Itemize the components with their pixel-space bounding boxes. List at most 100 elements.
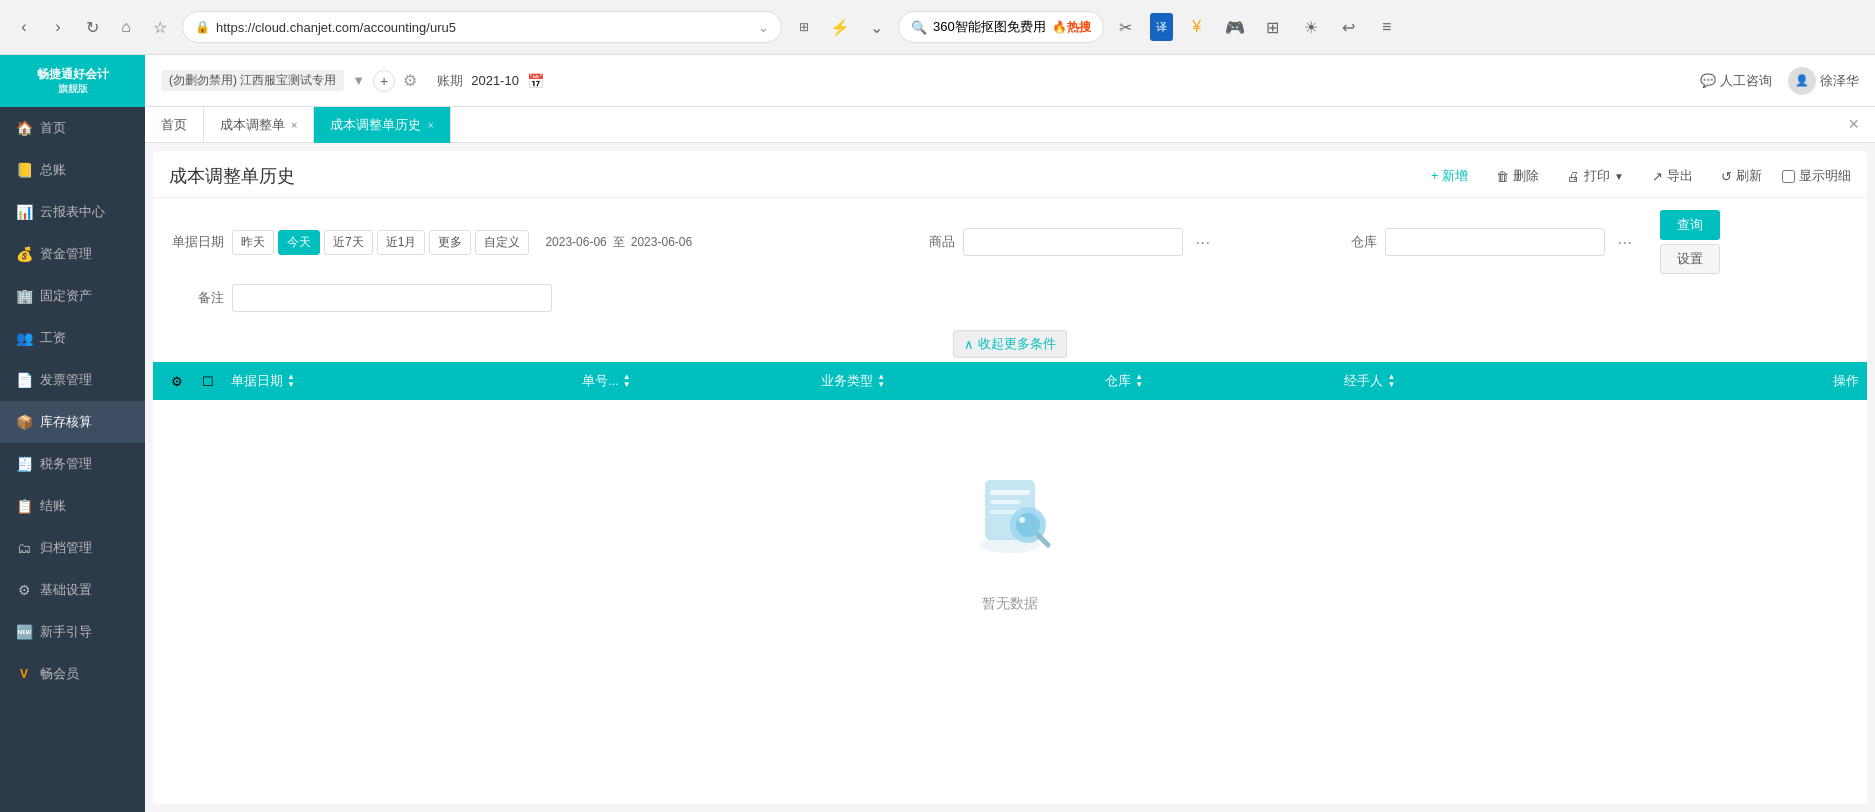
search-text: 360智能抠图免费用 <box>933 18 1046 36</box>
home-button[interactable]: ⌂ <box>112 13 140 41</box>
th-warehouse[interactable]: 仓库 ▲▼ <box>1097 372 1336 390</box>
tab-cost-adjust[interactable]: 成本调整单 × <box>204 107 314 143</box>
refresh-button[interactable]: ↺ 刷新 <box>1713 163 1770 189</box>
page-header: 成本调整单历史 + 新增 🗑 删除 🖨 打印 ▼ ↗ 导出 <box>153 151 1867 198</box>
date-to: 2023-06-06 <box>631 235 692 249</box>
sidebar-item-inventory[interactable]: 📦 库存核算 <box>0 401 145 443</box>
sidebar-item-home[interactable]: 🏠 首页 <box>0 107 145 149</box>
sidebar-item-reports[interactable]: 📊 云报表中心 <box>0 191 145 233</box>
collapse-button[interactable]: ∧ 收起更多条件 <box>953 330 1067 358</box>
refresh-button[interactable]: ↻ <box>78 13 106 41</box>
sidebar-item-archive[interactable]: 🗂 归档管理 <box>0 527 145 569</box>
sidebar-item-invoice[interactable]: 📄 发票管理 <box>0 359 145 401</box>
sidebar-tax-label: 税务管理 <box>40 455 92 473</box>
game-button[interactable]: 🎮 <box>1221 13 1249 41</box>
scissors-button[interactable]: ✂ <box>1112 13 1140 41</box>
svg-rect-2 <box>990 490 1030 495</box>
url-text: https://cloud.chanjet.com/accounting/uru… <box>216 20 456 35</box>
newguide-icon: 🆕 <box>16 624 32 640</box>
date-1month-btn[interactable]: 近1月 <box>377 230 426 255</box>
th-settings[interactable]: ⚙ <box>161 374 193 389</box>
page-content-area: 成本调整单历史 + 新增 🗑 删除 🖨 打印 ▼ ↗ 导出 <box>153 151 1867 804</box>
consult-icon: 💬 <box>1700 73 1716 88</box>
address-bar[interactable]: 🔒 https://cloud.chanjet.com/accounting/u… <box>182 11 782 43</box>
sidebar-assets-label: 固定资产 <box>40 287 92 305</box>
period-value: 2021-10 <box>471 73 519 88</box>
user-avatar: 👤 <box>1788 67 1816 95</box>
show-detail-input[interactable] <box>1782 170 1795 183</box>
print-button[interactable]: 🖨 打印 ▼ <box>1559 163 1632 189</box>
star-button[interactable]: ☆ <box>146 13 174 41</box>
coin-button[interactable]: ¥ <box>1183 13 1211 41</box>
tab-cost-adjust-history[interactable]: 成本调整单历史 × <box>314 107 450 143</box>
undo-button[interactable]: ↩ <box>1335 13 1363 41</box>
consult-label: 人工咨询 <box>1720 72 1772 90</box>
sidebar-item-finance[interactable]: 💰 资金管理 <box>0 233 145 275</box>
data-table: ⚙ ☐ 单据日期 ▲▼ 单号... ▲▼ <box>153 362 1867 804</box>
sidebar-item-settings[interactable]: ⚙ 基础设置 <box>0 569 145 611</box>
add-button[interactable]: + <box>373 70 395 92</box>
date-today-btn[interactable]: 今天 <box>278 230 320 255</box>
date-yesterday-btn[interactable]: 昨天 <box>232 230 274 255</box>
tax-icon: 🧾 <box>16 456 32 472</box>
sidebar-logo: 畅捷通好会计 旗舰版 <box>0 55 145 107</box>
lightning-button[interactable]: ⚡ <box>826 13 854 41</box>
date-more-btn[interactable]: 更多 <box>429 230 471 255</box>
th-date-label: 单据日期 <box>231 372 283 390</box>
query-button[interactable]: 查询 <box>1660 210 1720 240</box>
dropdown-button[interactable]: ⌄ <box>862 13 890 41</box>
sidebar-item-newguide[interactable]: 🆕 新手引导 <box>0 611 145 653</box>
sort-person-icon: ▲▼ <box>1387 373 1395 389</box>
tab-history-close[interactable]: × <box>427 119 433 131</box>
date-custom-btn[interactable]: 自定义 <box>475 230 529 255</box>
th-num[interactable]: 单号... ▲▼ <box>574 372 813 390</box>
th-date[interactable]: 单据日期 ▲▼ <box>223 372 574 390</box>
sidebar-member-label: 畅会员 <box>40 665 79 683</box>
filter-setting-button[interactable]: 设置 <box>1660 244 1720 274</box>
ledger-icon: 📒 <box>16 162 32 178</box>
search-icon: 🔍 <box>911 20 927 35</box>
print-icon: 🖨 <box>1567 169 1580 184</box>
sidebar-item-tax[interactable]: 🧾 税务管理 <box>0 443 145 485</box>
remark-filter-input[interactable] <box>232 284 552 312</box>
top-bar-left: (勿删勿禁用) 江西服宝测试专用 ▼ + ⚙ 账期 2021-10 📅 <box>161 70 544 92</box>
calendar-icon[interactable]: 📅 <box>527 73 544 89</box>
forward-button[interactable]: › <box>44 13 72 41</box>
svg-rect-3 <box>990 500 1020 504</box>
th-checkbox[interactable]: ☐ <box>193 374 223 389</box>
tab-cost-adjust-close[interactable]: × <box>291 119 297 131</box>
new-button[interactable]: + 新增 <box>1423 163 1476 189</box>
tab-home[interactable]: 首页 <box>145 107 204 143</box>
search-bar[interactable]: 🔍 360智能抠图免费用 🔥热搜 <box>898 11 1104 43</box>
user-profile[interactable]: 👤 徐泽华 <box>1788 67 1859 95</box>
delete-button[interactable]: 🗑 删除 <box>1488 163 1547 189</box>
tab-home-label: 首页 <box>161 116 187 134</box>
show-detail-checkbox[interactable]: 显示明细 <box>1782 167 1851 185</box>
sidebar-item-member[interactable]: V 畅会员 <box>0 653 145 695</box>
warehouse-filter-input[interactable] <box>1385 228 1605 256</box>
th-person[interactable]: 经手人 ▲▼ <box>1336 372 1575 390</box>
sidebar-item-ledger[interactable]: 📒 总账 <box>0 149 145 191</box>
sidebar-item-salary[interactable]: 👥 工资 <box>0 317 145 359</box>
export-button[interactable]: ↗ 导出 <box>1644 163 1701 189</box>
sidebar-item-closing[interactable]: 📋 结账 <box>0 485 145 527</box>
translate-button[interactable]: 译 <box>1150 13 1173 41</box>
brightness-button[interactable]: ☀ <box>1297 13 1325 41</box>
back-button[interactable]: ‹ <box>10 13 38 41</box>
date-7days-btn[interactable]: 近7天 <box>324 230 373 255</box>
menu-button[interactable]: ≡ <box>1373 13 1401 41</box>
th-type[interactable]: 业务类型 ▲▼ <box>813 372 1097 390</box>
settings-circle-button[interactable]: ⚙ <box>403 71 417 90</box>
product-filter-input[interactable] <box>963 228 1183 256</box>
consult-button[interactable]: 💬 人工咨询 <box>1700 72 1772 90</box>
product-more-dots[interactable]: ··· <box>1191 232 1214 253</box>
remark-filter-label: 备注 <box>169 289 224 307</box>
extensions-button[interactable]: ⊞ <box>790 13 818 41</box>
dropdown-arrow[interactable]: ▼ <box>352 73 365 88</box>
select-all-checkbox[interactable]: ☐ <box>202 374 214 389</box>
warehouse-more-dots[interactable]: ··· <box>1613 232 1636 253</box>
close-window-button[interactable]: × <box>1832 114 1875 135</box>
grid-button[interactable]: ⊞ <box>1259 13 1287 41</box>
date-range-display: 2023-06-06 至 2023-06-06 <box>545 234 692 251</box>
sidebar-item-fixed-assets[interactable]: 🏢 固定资产 <box>0 275 145 317</box>
